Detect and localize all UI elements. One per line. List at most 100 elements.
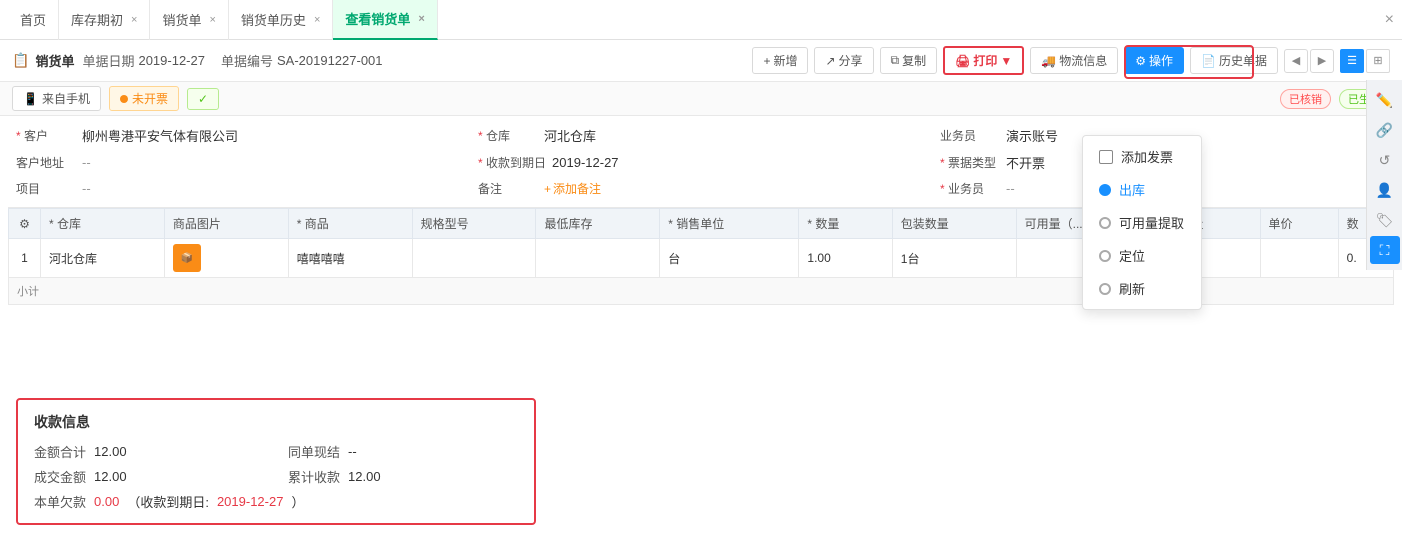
same-order-key: 同单现结 (288, 442, 340, 461)
add-icon: + (763, 54, 770, 68)
tab-history-close[interactable]: × (314, 14, 320, 26)
sidebar-tag-icon[interactable]: 🏷 (1370, 206, 1400, 234)
copy-button[interactable]: ⧉ 复制 (880, 47, 938, 74)
address-label: 客户地址 (16, 154, 76, 171)
doc-title: 📋 销货单 (12, 51, 74, 70)
locate-item[interactable]: 定位 (1083, 239, 1201, 272)
address-row: 客户地址 -- (16, 153, 462, 172)
add-note-button[interactable]: + 添加备注 (544, 180, 601, 197)
tab-inventory[interactable]: 库存期初 × (59, 0, 150, 40)
operation-button[interactable]: ⚙ 操作 (1124, 47, 1184, 74)
doc-no-label: 单据编号 (221, 51, 273, 70)
sidebar-user-icon[interactable]: 👤 (1370, 176, 1400, 204)
col-warehouse: * 仓库 (41, 209, 165, 239)
out-warehouse-item[interactable]: 出库 (1083, 173, 1201, 206)
tab-home[interactable]: 首页 (8, 0, 59, 40)
owe-date: 2019-12-27 (217, 494, 284, 509)
tab-view-sales-label: 查看销货单 (345, 9, 410, 28)
next-button[interactable]: ▶ (1310, 49, 1334, 73)
tab-inventory-close[interactable]: × (131, 14, 137, 26)
warehouse-label: 仓库 (478, 127, 538, 144)
note-label: 备注 (478, 180, 538, 197)
same-order-row: 同单现结 -- (288, 442, 518, 461)
sidebar-link-icon[interactable]: 🔗 (1370, 116, 1400, 144)
tab-bar: 首页 库存期初 × 销货单 × 销货单历史 × 查看销货单 × × (0, 0, 1402, 40)
share-button[interactable]: ↗ 分享 (814, 47, 873, 74)
sidebar-rotate-icon[interactable]: ↺ (1370, 146, 1400, 174)
not-open-button[interactable]: 未开票 (109, 86, 179, 111)
print-action-wrap: 🖨 打印 ▼ (943, 46, 1024, 75)
check-icon-button[interactable]: ✓ (187, 88, 219, 110)
sidebar-edit-icon[interactable]: ✏️ (1370, 86, 1400, 114)
customer-row: 客户 柳州粤港平安气体有限公司 (16, 126, 462, 145)
owe-key: 本单欠款 (34, 492, 86, 511)
add-invoice-item[interactable]: 添加发票 (1083, 140, 1201, 173)
grid-view-button[interactable]: ⊞ (1366, 49, 1390, 73)
product-thumbnail: 📦 (173, 244, 201, 272)
row-spec (412, 239, 536, 278)
plus-icon: + (544, 182, 551, 196)
share-label: 分享 (839, 52, 863, 69)
col-gear[interactable]: ⚙ (9, 209, 41, 239)
doc-no-value: SA-20191227-001 (277, 53, 383, 68)
payment-total-key: 金额合计 (34, 442, 86, 461)
customer-value: 柳州粤港平安气体有限公司 (82, 126, 238, 145)
staff2-value: -- (1006, 181, 1015, 196)
row-image: 📦 (164, 239, 288, 278)
not-open-label: 未开票 (132, 90, 168, 107)
row-qty: 1.00 (799, 239, 892, 278)
print-arrow-icon: ▼ (1000, 54, 1012, 68)
tab-sales-close[interactable]: × (209, 14, 215, 26)
add-button[interactable]: + 新增 (752, 47, 808, 74)
mobile-icon: 📱 (23, 92, 38, 106)
payment-date-row: 收款到期日 2019-12-27 (478, 153, 924, 172)
project-value: -- (82, 181, 91, 196)
operation-label: 操作 (1149, 52, 1173, 69)
cumulative-row: 累计收款 12.00 (288, 467, 518, 486)
address-value: -- (82, 155, 91, 170)
prev-button[interactable]: ◀ (1284, 49, 1308, 73)
row-product: 嘻嘻嘻嘻 (288, 239, 412, 278)
tab-history[interactable]: 销货单历史 × (229, 0, 333, 40)
print-button[interactable]: 🖨 打印 ▼ (943, 46, 1024, 75)
payment-date-value: 2019-12-27 (552, 155, 619, 170)
operation-icon: ⚙ (1135, 54, 1146, 68)
doc-date-label: 单据日期 (82, 51, 134, 70)
note-row: 备注 + 添加备注 (478, 180, 924, 197)
payment-title: 收款信息 (34, 412, 518, 432)
warehouse-row: 仓库 河北仓库 (478, 126, 924, 145)
tab-view-sales[interactable]: 查看销货单 × (333, 0, 437, 40)
payment-grid: 金额合计 12.00 同单现结 -- 成交金额 12.00 累计收款 12.00… (34, 442, 518, 511)
staff2-label: 业务员 (940, 180, 1000, 197)
doc-info: 单据日期 2019-12-27 单据编号 SA-20191227-001 (82, 51, 744, 70)
available-qty-icon (1099, 217, 1111, 229)
refresh-item[interactable]: 刷新 (1083, 272, 1201, 305)
history-button[interactable]: 📄 历史单据 (1190, 47, 1278, 74)
warehouse-value: 河北仓库 (544, 126, 596, 145)
print-icon: 🖨 (955, 54, 970, 68)
payment-total-row: 金额合计 12.00 (34, 442, 264, 461)
row-price (1260, 239, 1338, 278)
dot-orange-icon (120, 95, 128, 103)
window-close-icon[interactable]: × (1385, 11, 1394, 29)
main-container: 📋 销货单 单据日期 2019-12-27 单据编号 SA-20191227-0… (0, 40, 1402, 533)
available-qty-label: 可用量提取 (1119, 213, 1184, 232)
staff-value: 演示账号 (1006, 126, 1058, 145)
payment-date-label: 收款到期日 (478, 154, 546, 171)
sidebar-expand-icon[interactable]: ⛶ (1370, 236, 1400, 264)
project-label: 项目 (16, 180, 76, 197)
tab-sales[interactable]: 销货单 × (150, 0, 228, 40)
tab-history-label: 销货单历史 (241, 10, 306, 29)
available-qty-item[interactable]: 可用量提取 (1083, 206, 1201, 239)
tab-view-sales-close[interactable]: × (418, 13, 424, 25)
doc-no-item: 单据编号 SA-20191227-001 (221, 51, 383, 70)
logistics-button[interactable]: 🚚 物流信息 (1030, 47, 1118, 74)
copy-icon: ⧉ (891, 53, 900, 68)
locate-label: 定位 (1119, 246, 1145, 265)
list-view-button[interactable]: ☰ (1340, 49, 1364, 73)
from-mobile-button[interactable]: 📱 来自手机 (12, 86, 101, 111)
right-sidebar: ✏️ 🔗 ↺ 👤 🏷 ⛶ (1366, 80, 1402, 270)
owe-end: ） (291, 492, 304, 511)
refresh-icon (1099, 283, 1111, 295)
owe-note: （收款到期日: (127, 492, 209, 511)
